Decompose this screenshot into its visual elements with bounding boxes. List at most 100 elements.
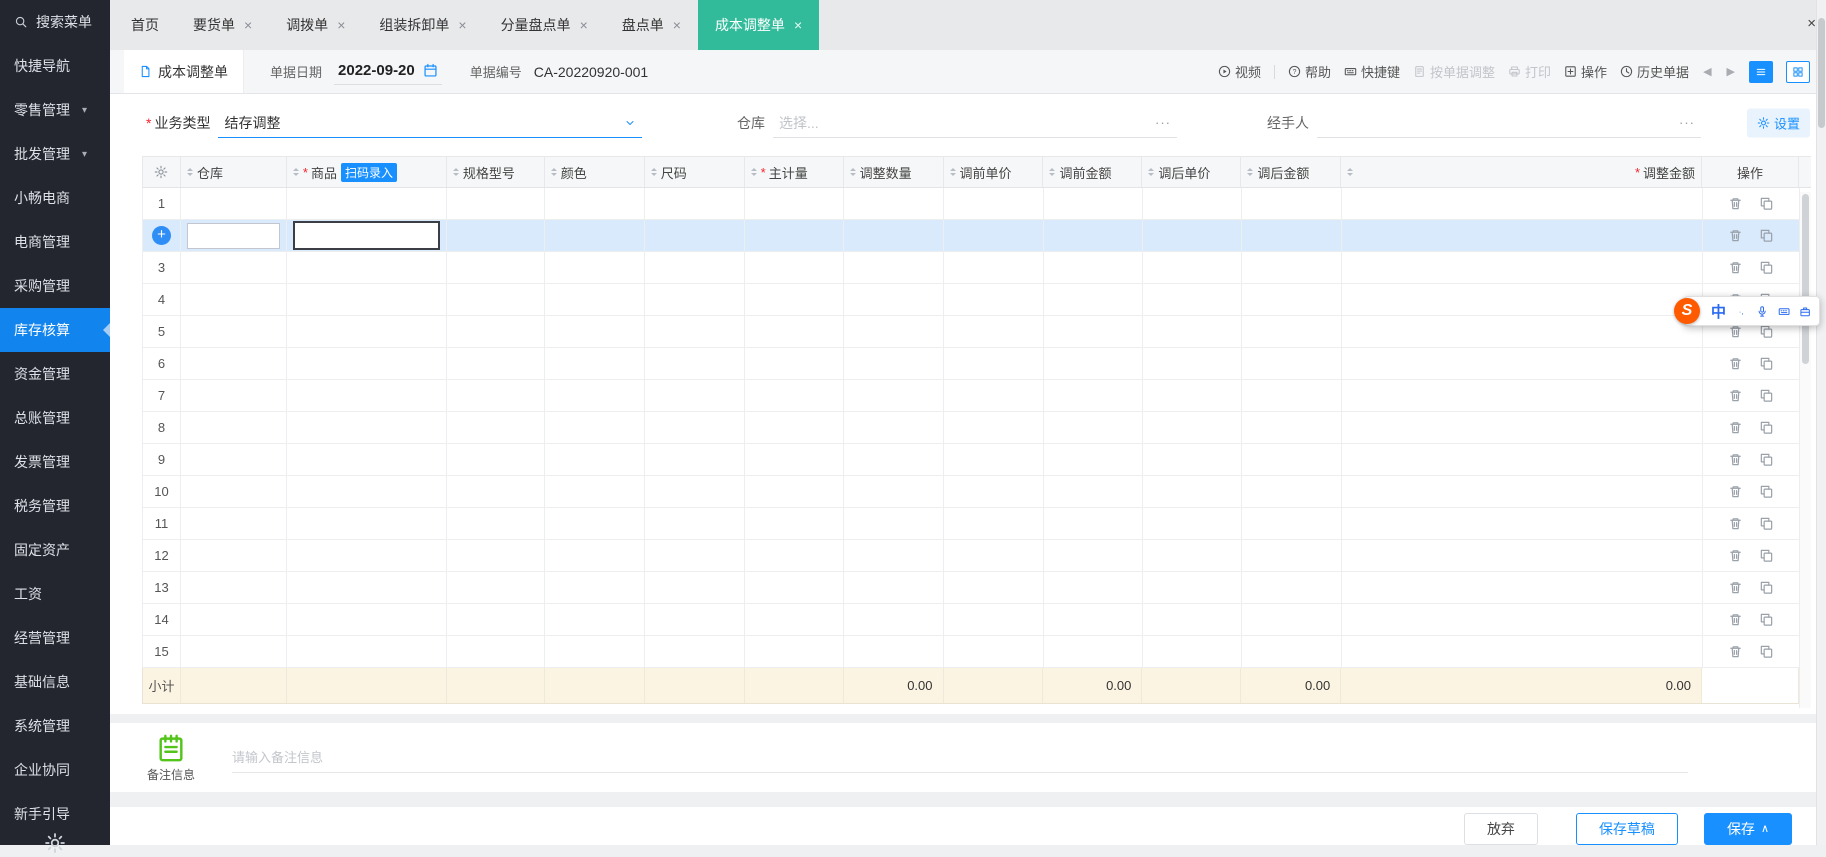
cell-post-amount[interactable] [1242,252,1342,283]
cell-color[interactable] [545,540,645,571]
cell-adj-qty[interactable] [844,444,944,475]
tool-help[interactable]: ? 帮助 [1288,62,1331,81]
cell-adj-qty[interactable] [844,348,944,379]
copy-row-icon[interactable] [1759,612,1774,627]
cell-pre-amount[interactable] [1044,284,1143,315]
sidebar-item-quick-nav[interactable]: 快捷导航 [0,44,110,88]
column-header-warehouse[interactable]: 仓库 [181,157,287,187]
cell-size[interactable] [645,412,745,443]
cell-warehouse[interactable] [181,348,287,379]
cell-main-unit[interactable] [745,476,844,507]
cell-pre-amount[interactable] [1044,412,1143,443]
cell-adj-qty[interactable] [844,636,944,667]
cell-product[interactable] [287,572,447,603]
ime-mode-icon[interactable]: 中 [1711,301,1726,322]
calendar-icon[interactable] [423,63,438,78]
delete-row-icon[interactable] [1728,196,1743,211]
remark-input[interactable] [232,742,1688,773]
cell-post-price[interactable] [1143,540,1242,571]
ime-toolbox-icon[interactable] [1799,304,1811,319]
delete-row-icon[interactable] [1728,612,1743,627]
table-scrollbar[interactable] [1799,192,1811,708]
cell-size[interactable] [645,476,745,507]
cell-post-amount[interactable] [1242,220,1342,251]
cell-pre-price[interactable] [944,348,1044,379]
cell-pre-price[interactable] [944,508,1044,539]
cell-size[interactable] [645,316,745,347]
close-tab-icon[interactable]: × [337,17,345,33]
column-header-post-amount[interactable]: 调后金额 [1241,157,1342,187]
delete-row-icon[interactable] [1728,548,1743,563]
cell-post-price[interactable] [1143,252,1242,283]
copy-row-icon[interactable] [1759,260,1774,275]
cell-warehouse[interactable] [181,604,287,635]
cell-product[interactable] [287,220,447,251]
cell-color[interactable] [545,220,645,251]
cell-pre-amount[interactable] [1044,572,1143,603]
cell-product[interactable] [287,316,447,347]
doc-date-value[interactable]: 2022-09-20 [338,62,415,79]
sogou-logo-icon[interactable]: S [1674,298,1700,324]
cell-color[interactable] [545,252,645,283]
cell-spec[interactable] [447,188,545,219]
warehouse-cell-input[interactable] [187,222,280,249]
cell-product[interactable] [287,412,447,443]
cell-adj-amount[interactable] [1342,316,1703,347]
delete-row-icon[interactable] [1728,452,1743,467]
cell-product[interactable] [287,188,447,219]
delete-row-icon[interactable] [1728,324,1743,339]
cell-adj-amount[interactable] [1342,540,1703,571]
cell-main-unit[interactable] [745,412,844,443]
cell-warehouse[interactable] [181,316,287,347]
copy-row-icon[interactable] [1759,644,1774,659]
cell-spec[interactable] [447,508,545,539]
cell-adj-amount[interactable] [1342,604,1703,635]
cell-pre-price[interactable] [944,380,1044,411]
close-tab-icon[interactable]: × [244,17,252,33]
cell-size[interactable] [645,380,745,411]
cell-adj-qty[interactable] [844,572,944,603]
cell-pre-amount[interactable] [1044,636,1143,667]
handler-select[interactable]: ··· [1317,108,1701,138]
cell-post-amount[interactable] [1242,636,1342,667]
close-icon[interactable]: × [1807,15,1816,32]
tool-history-docs[interactable]: 历史单据 [1620,62,1689,81]
delete-row-icon[interactable] [1728,516,1743,531]
copy-row-icon[interactable] [1759,196,1774,211]
cell-pre-amount[interactable] [1044,380,1143,411]
sidebar-item-xiaochang-ecom[interactable]: 小畅电商 [0,176,110,220]
cell-post-price[interactable] [1143,348,1242,379]
cell-main-unit[interactable] [745,508,844,539]
cell-post-price[interactable] [1143,476,1242,507]
save-button[interactable]: 保存 ∧ [1703,812,1792,845]
cell-main-unit[interactable] [745,348,844,379]
cell-main-unit[interactable] [745,220,844,251]
copy-row-icon[interactable] [1759,356,1774,371]
tool-video[interactable]: 视频 [1218,62,1261,81]
cell-size[interactable] [645,348,745,379]
cell-pre-amount[interactable] [1044,316,1143,347]
add-row-button[interactable]: + [152,226,171,245]
cell-size[interactable] [645,252,745,283]
cell-product[interactable] [287,284,447,315]
table-settings-gear-icon[interactable] [154,165,168,179]
sidebar-item-retail[interactable]: 零售管理 ▾ [0,88,110,132]
cell-post-amount[interactable] [1242,188,1342,219]
sidebar-item-inventory-accounting[interactable]: 库存核算 [0,308,110,352]
cell-pre-price[interactable] [944,604,1044,635]
cell-warehouse[interactable] [181,476,287,507]
cell-color[interactable] [545,636,645,667]
cell-adj-amount[interactable] [1342,188,1703,219]
sidebar-item-ecommerce[interactable]: 电商管理 [0,220,110,264]
sidebar-item-enterprise-collab[interactable]: 企业协同 [0,748,110,792]
cell-adj-amount[interactable] [1342,284,1703,315]
cell-post-price[interactable] [1143,380,1242,411]
cell-pre-price[interactable] [944,284,1044,315]
tab-transfer-order[interactable]: 调拨单 × [269,0,362,50]
cell-spec[interactable] [447,252,545,283]
cell-main-unit[interactable] [745,252,844,283]
column-header-product[interactable]: * 商品 扫码录入 [287,157,447,187]
copy-row-icon[interactable] [1759,548,1774,563]
cell-color[interactable] [545,604,645,635]
tool-hotkeys[interactable]: 快捷键 [1344,62,1400,81]
